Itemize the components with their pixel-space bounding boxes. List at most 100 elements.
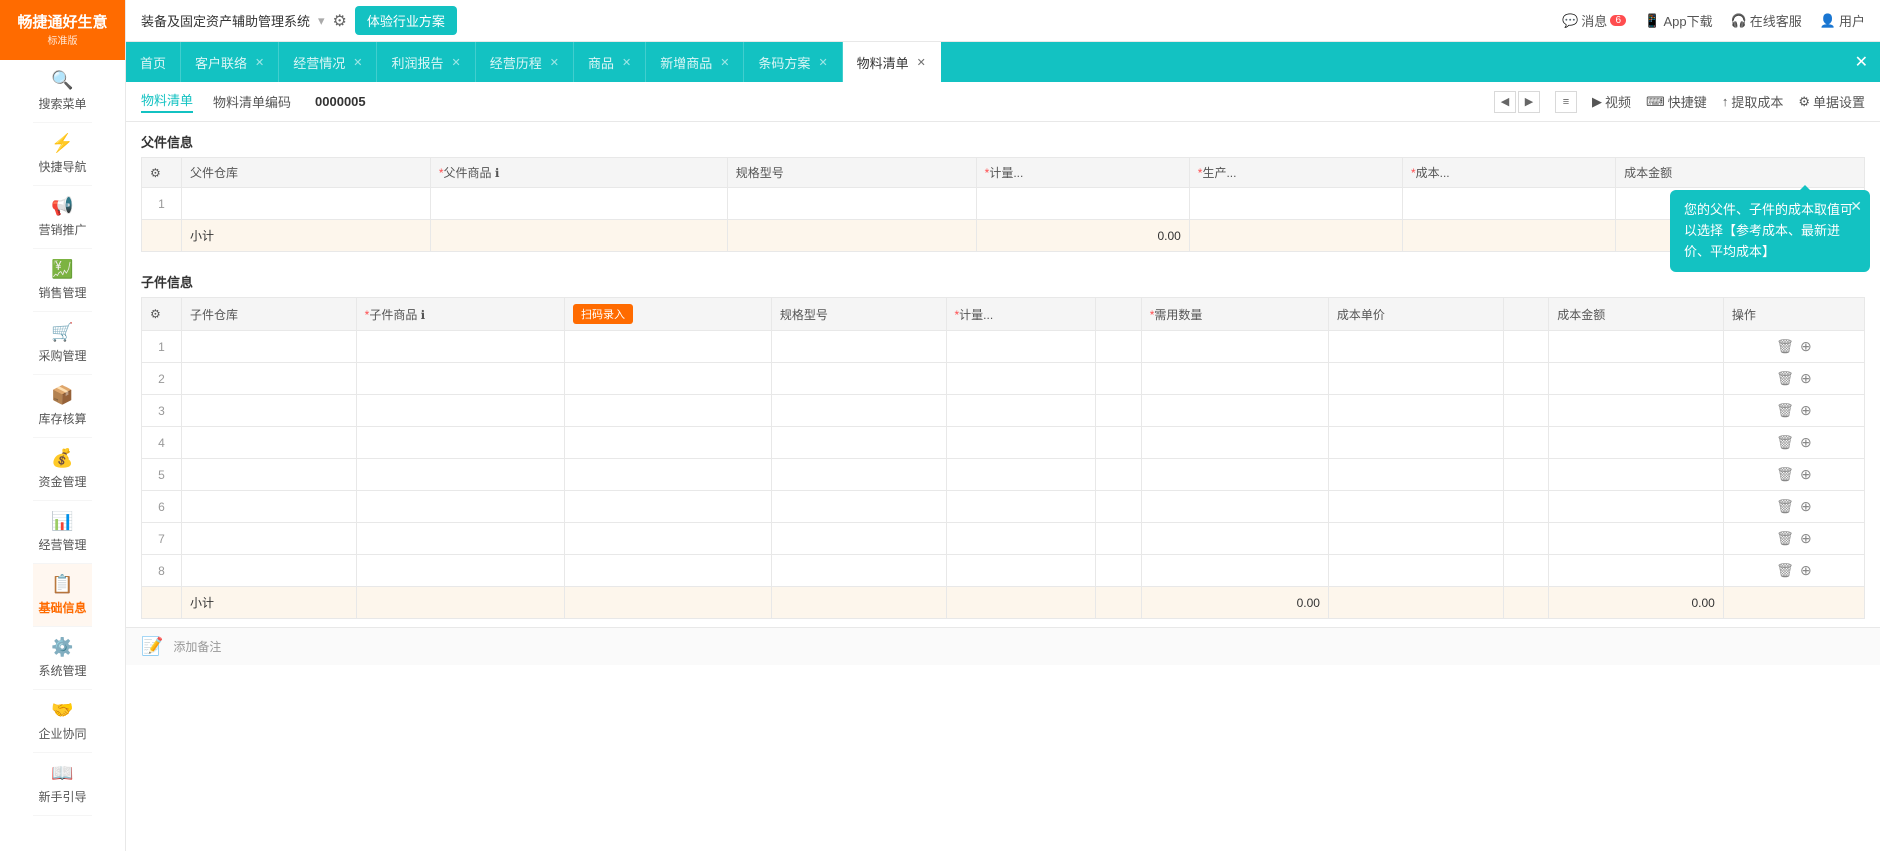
child-cell-quantity-7[interactable] xyxy=(1141,555,1328,587)
sidebar-item-10[interactable]: 🤝企业协同 xyxy=(33,690,91,753)
child-cell-spec-1[interactable] xyxy=(771,363,946,395)
child-cell-quantity-1[interactable] xyxy=(1141,363,1328,395)
parent-cell-produce[interactable] xyxy=(1189,188,1402,220)
delete-icon-0[interactable]: 🗑 xyxy=(1776,338,1794,355)
nav-close-button[interactable]: ✕ xyxy=(1843,42,1880,82)
child-cell-unit-3[interactable] xyxy=(946,427,1096,459)
nav-tab-1[interactable]: 客户联络✕ xyxy=(181,42,279,82)
child-cell-extra-3[interactable] xyxy=(1096,427,1142,459)
child-cell-product-5[interactable] xyxy=(356,491,564,523)
child-cell-unitprice-5[interactable] xyxy=(1328,491,1503,523)
child-cell-unitprice-0[interactable] xyxy=(1328,331,1503,363)
tooltip-close-button[interactable]: ✕ xyxy=(1850,195,1862,217)
child-cell-quantity-6[interactable] xyxy=(1141,523,1328,555)
parent-cell-cost[interactable] xyxy=(1402,188,1615,220)
child-cell-product-2[interactable] xyxy=(356,395,564,427)
nav-tab-close-3[interactable]: ✕ xyxy=(452,56,461,69)
child-cell-spec-0[interactable] xyxy=(771,331,946,363)
child-cell-amount-6[interactable] xyxy=(1549,523,1724,555)
child-cell-warehouse-5[interactable] xyxy=(182,491,357,523)
child-cell-spec-3[interactable] xyxy=(771,427,946,459)
sidebar-item-0[interactable]: 🔍搜索菜单 xyxy=(33,60,91,123)
nav-tab-8[interactable]: 物料清单✕ xyxy=(843,42,941,82)
delete-icon-3[interactable]: 🗑 xyxy=(1776,434,1794,451)
child-cell-unit-2[interactable] xyxy=(946,395,1096,427)
delete-icon-7[interactable]: 🗑 xyxy=(1776,562,1794,579)
child-cell-unit-0[interactable] xyxy=(946,331,1096,363)
extract-cost-action[interactable]: ↑ 提取成本 xyxy=(1722,92,1784,111)
child-cell-amount-3[interactable] xyxy=(1549,427,1724,459)
delete-icon-6[interactable]: 🗑 xyxy=(1776,530,1794,547)
child-cell-extra2-3[interactable] xyxy=(1503,427,1549,459)
child-cell-warehouse-3[interactable] xyxy=(182,427,357,459)
shortcut-action[interactable]: ⌨ 快捷键 xyxy=(1646,92,1707,111)
child-cell-quantity-3[interactable] xyxy=(1141,427,1328,459)
child-cell-quantity-4[interactable] xyxy=(1141,459,1328,491)
breadcrumb-wuliaocode[interactable]: 物料清单编码 xyxy=(213,92,291,111)
nav-tab-close-1[interactable]: ✕ xyxy=(255,56,264,69)
nav-tab-5[interactable]: 商品✕ xyxy=(574,42,646,82)
child-cell-quantity-0[interactable] xyxy=(1141,331,1328,363)
user-item[interactable]: 👤 用户 xyxy=(1820,11,1865,30)
nav-tab-7[interactable]: 条码方案✕ xyxy=(744,42,842,82)
nav-tab-2[interactable]: 经营情况✕ xyxy=(279,42,377,82)
child-cell-amount-7[interactable] xyxy=(1549,555,1724,587)
sidebar-item-11[interactable]: 📖新手引导 xyxy=(33,753,91,816)
copy-icon-2[interactable]: ⊕ xyxy=(1800,402,1812,419)
child-cell-extra-5[interactable] xyxy=(1096,491,1142,523)
child-cell-product-7[interactable] xyxy=(356,555,564,587)
child-cell-spec-7[interactable] xyxy=(771,555,946,587)
parent-cell-unit[interactable] xyxy=(976,188,1189,220)
child-cell-unitprice-6[interactable] xyxy=(1328,523,1503,555)
app-download-item[interactable]: 📱 App下载 xyxy=(1644,11,1712,30)
child-cell-product-3[interactable] xyxy=(356,427,564,459)
parent-cell-warehouse[interactable] xyxy=(182,188,431,220)
delete-icon-1[interactable]: 🗑 xyxy=(1776,370,1794,387)
child-cell-extra-2[interactable] xyxy=(1096,395,1142,427)
nav-prev-button[interactable]: ◀ xyxy=(1494,91,1516,113)
child-cell-unitprice-1[interactable] xyxy=(1328,363,1503,395)
child-cell-warehouse-6[interactable] xyxy=(182,523,357,555)
table-view-button[interactable]: ≡ xyxy=(1555,91,1577,113)
online-service-item[interactable]: 🎧 在线客服 xyxy=(1731,11,1802,30)
child-cell-warehouse-4[interactable] xyxy=(182,459,357,491)
child-cell-scan-7[interactable] xyxy=(565,555,772,587)
child-cell-scan-2[interactable] xyxy=(565,395,772,427)
nav-tab-3[interactable]: 利润报告✕ xyxy=(377,42,475,82)
copy-icon-7[interactable]: ⊕ xyxy=(1800,562,1812,579)
nav-tab-4[interactable]: 经营历程✕ xyxy=(476,42,574,82)
copy-icon-5[interactable]: ⊕ xyxy=(1800,498,1812,515)
child-cell-product-0[interactable] xyxy=(356,331,564,363)
child-cell-extra-1[interactable] xyxy=(1096,363,1142,395)
child-cell-unit-5[interactable] xyxy=(946,491,1096,523)
nav-tab-close-7[interactable]: ✕ xyxy=(818,56,827,69)
child-cell-unit-7[interactable] xyxy=(946,555,1096,587)
nav-tab-close-5[interactable]: ✕ xyxy=(622,56,631,69)
child-cell-amount-5[interactable] xyxy=(1549,491,1724,523)
single-setting-action[interactable]: ⚙ 单据设置 xyxy=(1798,92,1865,111)
sidebar-item-6[interactable]: 💰资金管理 xyxy=(33,438,91,501)
sidebar-item-8[interactable]: 📋基础信息 xyxy=(33,564,91,627)
child-cell-extra-6[interactable] xyxy=(1096,523,1142,555)
nav-tab-close-8[interactable]: ✕ xyxy=(917,56,926,69)
child-cell-amount-4[interactable] xyxy=(1549,459,1724,491)
copy-icon-3[interactable]: ⊕ xyxy=(1800,434,1812,451)
child-cell-warehouse-0[interactable] xyxy=(182,331,357,363)
child-cell-warehouse-2[interactable] xyxy=(182,395,357,427)
child-cell-extra2-2[interactable] xyxy=(1503,395,1549,427)
child-cell-extra-0[interactable] xyxy=(1096,331,1142,363)
parent-cell-spec[interactable] xyxy=(727,188,976,220)
sidebar-item-3[interactable]: 💹销售管理 xyxy=(33,249,91,312)
child-cell-spec-5[interactable] xyxy=(771,491,946,523)
nav-tab-close-6[interactable]: ✕ xyxy=(720,56,729,69)
copy-icon-0[interactable]: ⊕ xyxy=(1800,338,1812,355)
sidebar-item-1[interactable]: ⚡快捷导航 xyxy=(33,123,91,186)
child-cell-amount-1[interactable] xyxy=(1549,363,1724,395)
nav-next-button[interactable]: ▶ xyxy=(1518,91,1540,113)
child-cell-spec-2[interactable] xyxy=(771,395,946,427)
parent-cell-product[interactable] xyxy=(430,188,727,220)
copy-icon-4[interactable]: ⊕ xyxy=(1800,466,1812,483)
child-cell-extra2-7[interactable] xyxy=(1503,555,1549,587)
child-cell-quantity-5[interactable] xyxy=(1141,491,1328,523)
child-cell-extra2-6[interactable] xyxy=(1503,523,1549,555)
